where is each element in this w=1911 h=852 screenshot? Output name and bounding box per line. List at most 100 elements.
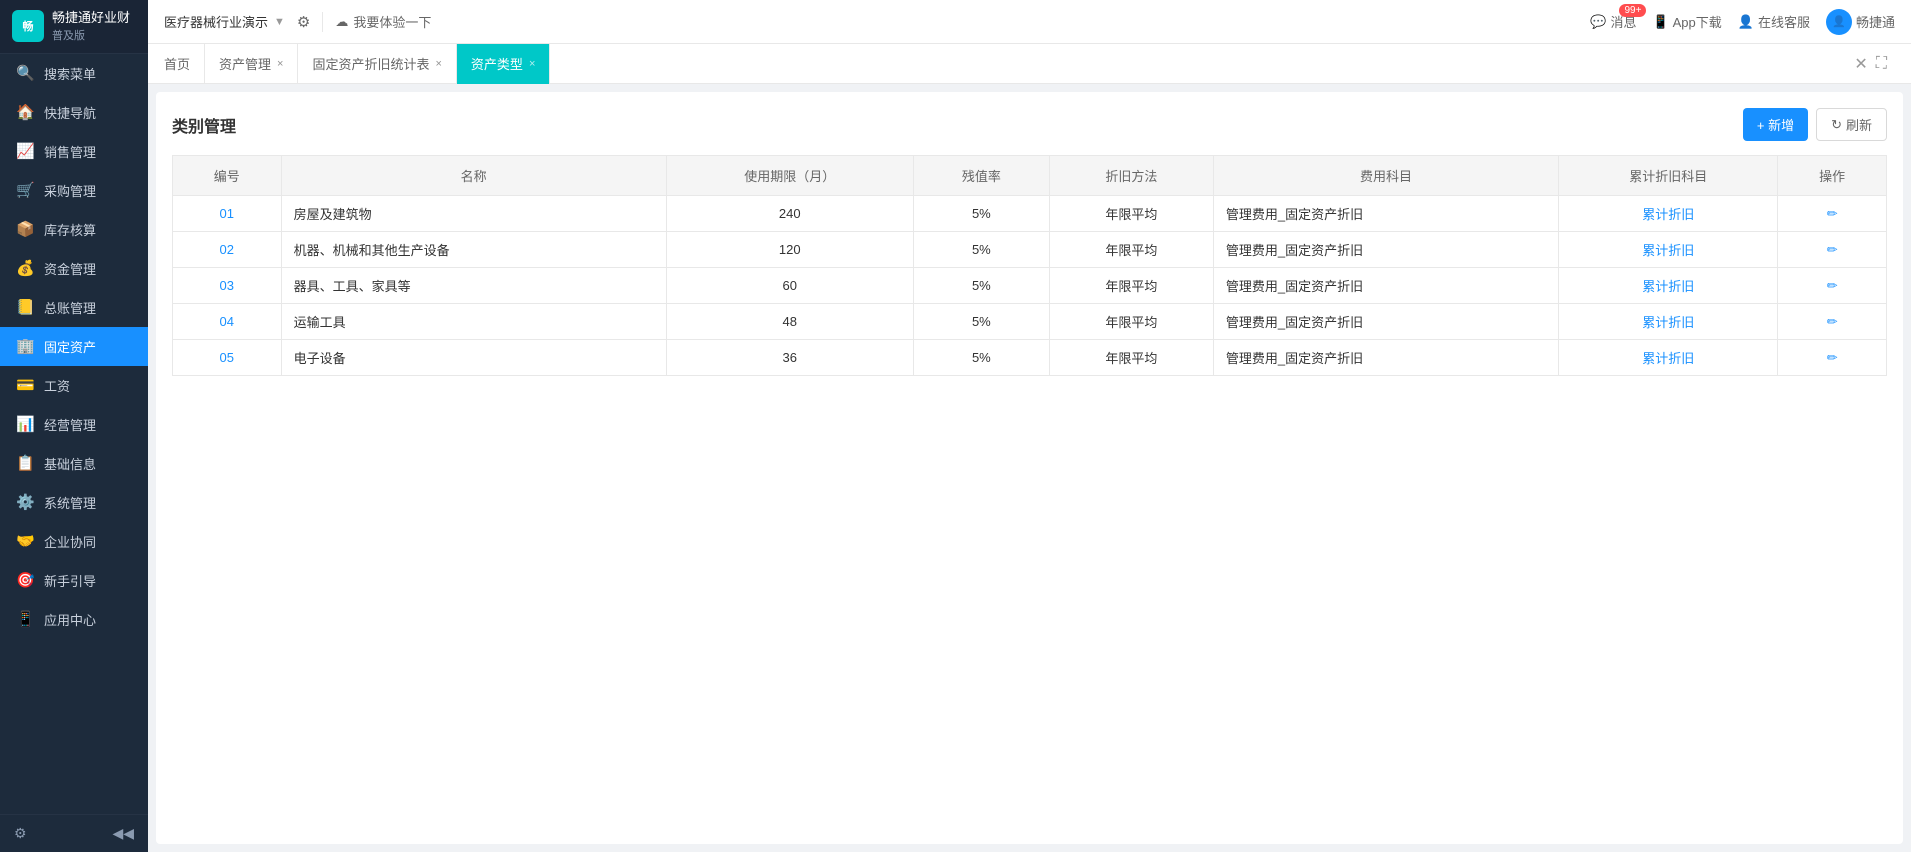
- table-header: 编号 名称 使用期限（月） 残值率 折旧方法 费用科目 累计折旧科目 操作: [173, 156, 1887, 196]
- sidebar-icon-purchase: 🛒: [16, 181, 34, 199]
- edit-button[interactable]: ✏: [1827, 314, 1838, 329]
- cell-id: 03: [173, 268, 282, 304]
- sidebar-icon-system: ⚙️: [16, 493, 34, 511]
- cell-period: 60: [666, 268, 913, 304]
- cell-period: 120: [666, 232, 913, 268]
- collapse-icon[interactable]: ◀◀: [112, 825, 134, 842]
- sidebar-item-search[interactable]: 🔍 搜索菜单: [0, 54, 148, 93]
- cell-residual: 5%: [913, 268, 1049, 304]
- sidebar-label-ledger: 总账管理: [44, 298, 132, 317]
- sidebar-item-business[interactable]: 📊 经营管理: [0, 405, 148, 444]
- customer-service-button[interactable]: 👤 在线客服: [1738, 12, 1810, 31]
- experience-label: 我要体验一下: [353, 12, 431, 31]
- cell-method: 年限平均: [1049, 340, 1213, 376]
- new-button[interactable]: + 新增: [1743, 108, 1808, 141]
- sidebar-item-payroll[interactable]: 💳 工资: [0, 366, 148, 405]
- messages-badge: 99+: [1619, 4, 1646, 17]
- edit-button[interactable]: ✏: [1827, 242, 1838, 257]
- table-header-row: 编号 名称 使用期限（月） 残值率 折旧方法 费用科目 累计折旧科目 操作: [173, 156, 1887, 196]
- sidebar-icon-search: 🔍: [16, 64, 34, 82]
- sidebar-label-purchase: 采购管理: [44, 181, 132, 200]
- cell-cost-subject: 管理费用_固定资产折旧: [1213, 232, 1558, 268]
- tab-home[interactable]: 首页: [164, 44, 205, 84]
- cell-accum-subject: 累计折旧: [1559, 304, 1778, 340]
- tab-asset-type-label: 资产类型: [471, 54, 523, 73]
- sidebar-item-purchase[interactable]: 🛒 采购管理: [0, 171, 148, 210]
- sidebar-label-sales: 销售管理: [44, 142, 132, 161]
- cell-accum-subject: 累计折旧: [1559, 268, 1778, 304]
- sidebar-item-guide[interactable]: 🎯 新手引导: [0, 561, 148, 600]
- cell-method: 年限平均: [1049, 268, 1213, 304]
- tab-asset-mgmt-close[interactable]: ×: [277, 58, 283, 70]
- user-menu[interactable]: 👤 畅捷通: [1826, 9, 1895, 35]
- sidebar-item-ledger[interactable]: 📒 总账管理: [0, 288, 148, 327]
- cell-residual: 5%: [913, 340, 1049, 376]
- topbar-right: 💬 消息 99+ 📱 App下载 👤 在线客服 👤 畅捷通: [1590, 9, 1895, 35]
- cell-name: 器具、工具、家具等: [281, 268, 666, 304]
- window-controls: ✕ ⛶: [1854, 54, 1895, 74]
- logo-icon: 畅: [12, 10, 44, 42]
- sidebar-item-inventory[interactable]: 📦 库存核算: [0, 210, 148, 249]
- sidebar-label-capital: 资金管理: [44, 259, 132, 278]
- sidebar-item-sales[interactable]: 📈 销售管理: [0, 132, 148, 171]
- sidebar-icon-sales: 📈: [16, 142, 34, 160]
- window-close-button[interactable]: ✕: [1854, 54, 1867, 74]
- page-title: 类别管理: [172, 113, 236, 137]
- sidebar-label-basic-info: 基础信息: [44, 454, 132, 473]
- sidebar-icon-payroll: 💳: [16, 376, 34, 394]
- sidebar: 畅 畅捷通好业财 普及版 🔍 搜索菜单 🏠 快捷导航 📈 销售管理 🛒 采购管理…: [0, 0, 148, 852]
- edit-button[interactable]: ✏: [1827, 350, 1838, 365]
- tab-asset-mgmt[interactable]: 资产管理 ×: [205, 44, 298, 84]
- tab-depreciation-close[interactable]: ×: [435, 58, 441, 70]
- cell-actions: ✏: [1778, 232, 1887, 268]
- sidebar-icon-fixed-assets: 🏢: [16, 337, 34, 355]
- topbar: 医疗器械行业演示 ▼ ⚙ ☁ 我要体验一下 💬 消息 99+ 📱 App下载 👤…: [148, 0, 1911, 44]
- sidebar-item-basic-info[interactable]: 📋 基础信息: [0, 444, 148, 483]
- sidebar-item-app-center[interactable]: 📱 应用中心: [0, 600, 148, 639]
- cell-name: 电子设备: [281, 340, 666, 376]
- sidebar-icon-business: 📊: [16, 415, 34, 433]
- customer-service-icon: 👤: [1738, 14, 1754, 30]
- sidebar-icon-guide: 🎯: [16, 571, 34, 589]
- sidebar-icon-app-center: 📱: [16, 610, 34, 628]
- sidebar-item-capital[interactable]: 💰 资金管理: [0, 249, 148, 288]
- refresh-button[interactable]: ↻ 刷新: [1816, 108, 1887, 141]
- sidebar-item-enterprise[interactable]: 🤝 企业协同: [0, 522, 148, 561]
- window-maximize-button[interactable]: ⛶: [1876, 55, 1887, 73]
- table-row: 05 电子设备 36 5% 年限平均 管理费用_固定资产折旧 累计折旧 ✏: [173, 340, 1887, 376]
- cell-cost-subject: 管理费用_固定资产折旧: [1213, 304, 1558, 340]
- edit-button[interactable]: ✏: [1827, 206, 1838, 221]
- cell-accum-subject: 累计折旧: [1559, 196, 1778, 232]
- edit-button[interactable]: ✏: [1827, 278, 1838, 293]
- settings-icon[interactable]: ⚙: [14, 825, 27, 842]
- app-download-label: App下载: [1673, 12, 1722, 31]
- tab-asset-type-close[interactable]: ×: [529, 58, 535, 70]
- table-row: 03 器具、工具、家具等 60 5% 年限平均 管理费用_固定资产折旧 累计折旧…: [173, 268, 1887, 304]
- tab-asset-type[interactable]: 资产类型 ×: [457, 44, 550, 84]
- sidebar-icon-quick-nav: 🏠: [16, 103, 34, 121]
- sidebar-item-fixed-assets[interactable]: 🏢 固定资产: [0, 327, 148, 366]
- industry-label: 医疗器械行业演示: [164, 12, 268, 31]
- cell-residual: 5%: [913, 304, 1049, 340]
- messages-button[interactable]: 💬 消息 99+: [1590, 12, 1636, 31]
- messages-icon: 💬: [1590, 14, 1606, 30]
- cell-accum-subject: 累计折旧: [1559, 232, 1778, 268]
- tab-depreciation-report[interactable]: 固定资产折旧统计表 ×: [298, 44, 456, 84]
- app-download-button[interactable]: 📱 App下载: [1652, 12, 1721, 31]
- cell-id: 01: [173, 196, 282, 232]
- topbar-settings-icon[interactable]: ⚙: [297, 13, 310, 31]
- cell-id: 05: [173, 340, 282, 376]
- cell-accum-subject: 累计折旧: [1559, 340, 1778, 376]
- main-content: 类别管理 + 新增 ↻ 刷新 编号 名称 使用期限（月） 残值率 折旧方法 费用…: [156, 92, 1903, 844]
- sidebar-logo: 畅 畅捷通好业财 普及版: [0, 0, 148, 54]
- industry-selector[interactable]: 医疗器械行业演示 ▼: [164, 12, 285, 31]
- sidebar-item-quick-nav[interactable]: 🏠 快捷导航: [0, 93, 148, 132]
- experience-button[interactable]: ☁ 我要体验一下: [335, 12, 431, 31]
- tab-depreciation-report-label: 固定资产折旧统计表: [312, 54, 429, 73]
- cell-cost-subject: 管理费用_固定资产折旧: [1213, 268, 1558, 304]
- col-period: 使用期限（月）: [666, 156, 913, 196]
- cell-id: 04: [173, 304, 282, 340]
- sidebar-item-system[interactable]: ⚙️ 系统管理: [0, 483, 148, 522]
- cell-actions: ✏: [1778, 268, 1887, 304]
- cell-period: 240: [666, 196, 913, 232]
